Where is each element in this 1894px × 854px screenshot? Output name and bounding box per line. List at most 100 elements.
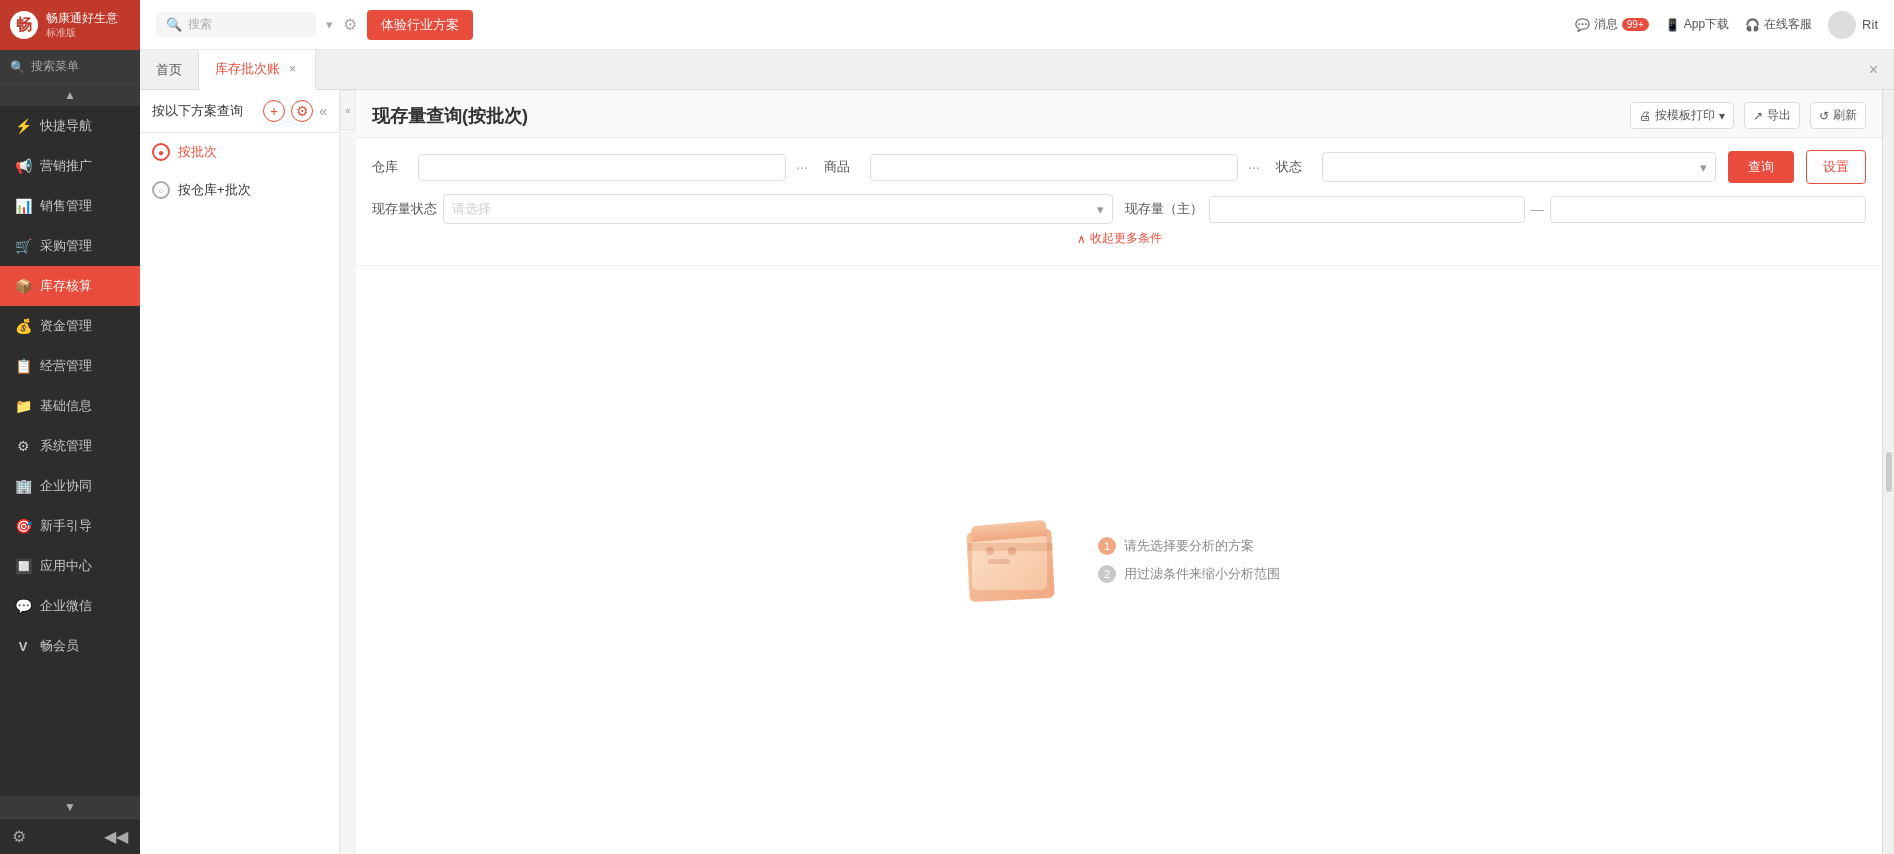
topbar: 🔍 搜索 ▾ ⚙ 体验行业方案 💬 消息 99+ 📱 App下载 🎧 在线客服 xyxy=(140,0,1894,50)
tab-close-btn[interactable]: × xyxy=(286,61,299,77)
warehouse-more[interactable]: ··· xyxy=(792,159,812,175)
export-btn[interactable]: ↗ 导出 xyxy=(1744,102,1800,129)
footer-collapse-icon[interactable]: ◀◀ xyxy=(104,827,128,846)
warehouse-input[interactable] xyxy=(418,154,786,181)
warehouse-batch-item-label: 按仓库+批次 xyxy=(178,181,251,199)
filter-add-btn[interactable]: + xyxy=(263,100,285,122)
status-select-placeholder xyxy=(1331,158,1344,176)
scroll-up-btn[interactable]: ▲ xyxy=(0,84,140,106)
app-download-btn[interactable]: 📱 App下载 xyxy=(1665,16,1729,33)
sidebar-item-operations[interactable]: 📋 经营管理 xyxy=(0,346,140,386)
status-field: 状态 ▾ xyxy=(1276,152,1716,182)
newbie-icon: 🎯 xyxy=(14,517,32,535)
sidebar-item-apps[interactable]: 🔲 应用中心 xyxy=(0,546,140,586)
filter-panel-title: 按以下方案查询 xyxy=(152,102,243,120)
logo-icon: 畅 xyxy=(16,15,32,36)
collapse-more-btn[interactable]: ∧ 收起更多条件 xyxy=(372,224,1866,253)
sidebar-item-newbie[interactable]: 🎯 新手引导 xyxy=(0,506,140,546)
home-tab-label: 首页 xyxy=(156,61,182,79)
sidebar-brand: 畅康通好生意 标准版 xyxy=(46,10,118,41)
sidebar: 畅 畅康通好生意 标准版 🔍 搜索菜单 ▲ ⚡ 快捷导航 📢 营销推广 📊 销售… xyxy=(0,0,140,854)
tab-home[interactable]: 首页 xyxy=(140,51,199,89)
stock-status-select[interactable]: 请选择 ▾ xyxy=(443,194,1113,224)
content-area: 按以下方案查询 + ⚙ « ● 按批次 ○ 按仓库+批次 « 现存量查询 xyxy=(140,90,1894,854)
page-title: 现存量查询(按批次) xyxy=(372,104,528,128)
topbar-search-text: 搜索 xyxy=(188,16,212,33)
page-actions: 🖨 按模板打印 ▾ ↗ 导出 ↺ 刷新 xyxy=(1630,102,1866,129)
filter-item-by-batch[interactable]: ● 按批次 xyxy=(140,133,339,171)
inventory-icon: 📦 xyxy=(14,277,32,295)
refresh-btn[interactable]: ↺ 刷新 xyxy=(1810,102,1866,129)
basic-icon: 📁 xyxy=(14,397,32,415)
topbar-gear[interactable]: ⚙ xyxy=(343,15,357,34)
print-chevron: ▾ xyxy=(1719,109,1725,123)
status-chevron-icon: ▾ xyxy=(1700,160,1707,175)
messages-label: 消息 xyxy=(1594,16,1618,33)
sidebar-item-inventory[interactable]: 📦 库存核算 xyxy=(0,266,140,306)
stock-status-placeholder: 请选择 xyxy=(452,200,491,218)
product-more[interactable]: ··· xyxy=(1244,159,1264,175)
stock-qty-min-input[interactable] xyxy=(1209,196,1525,223)
filter-collapse-btn[interactable]: « xyxy=(319,103,327,119)
query-btn[interactable]: 查询 xyxy=(1728,151,1794,183)
topbar-chevron[interactable]: ▾ xyxy=(326,17,333,32)
export-label: 导出 xyxy=(1767,107,1791,124)
sidebar-nav: ⚡ 快捷导航 📢 营销推广 📊 销售管理 🛒 采购管理 📦 库存核算 💰 资金管… xyxy=(0,106,140,796)
product-input[interactable] xyxy=(870,154,1238,181)
online-service-btn[interactable]: 🎧 在线客服 xyxy=(1745,16,1812,33)
sidebar-item-enterprise[interactable]: 🏢 企业协同 xyxy=(0,466,140,506)
finance-icon: 💰 xyxy=(14,317,32,335)
main-area: 🔍 搜索 ▾ ⚙ 体验行业方案 💬 消息 99+ 📱 App下载 🎧 在线客服 xyxy=(140,0,1894,854)
panel-collapse-handle[interactable]: « xyxy=(340,90,356,130)
sidebar-item-vip[interactable]: V 畅会员 xyxy=(0,626,140,666)
product-label: 商品 xyxy=(824,158,864,176)
hint1-num: 1 xyxy=(1098,537,1116,555)
scroll-down-btn[interactable]: ▼ xyxy=(0,796,140,818)
product-field: 商品 ··· xyxy=(824,154,1264,181)
wechat-icon: 💬 xyxy=(14,597,32,615)
export-icon: ↗ xyxy=(1753,109,1763,123)
sidebar-header: 畅 畅康通好生意 标准版 xyxy=(0,0,140,50)
global-close-btn[interactable]: × xyxy=(1869,61,1878,79)
footer-settings-icon[interactable]: ⚙ xyxy=(12,827,26,846)
sidebar-item-basic[interactable]: 📁 基础信息 xyxy=(0,386,140,426)
purchase-icon: 🛒 xyxy=(14,237,32,255)
sidebar-item-sales[interactable]: 📊 销售管理 xyxy=(0,186,140,226)
empty-illustration xyxy=(958,505,1068,615)
stock-qty-label: 现存量（主） xyxy=(1125,200,1203,218)
topbar-right: 💬 消息 99+ 📱 App下载 🎧 在线客服 Rit xyxy=(1575,11,1878,39)
hint2-num: 2 xyxy=(1098,565,1116,583)
filter-item-by-warehouse-batch[interactable]: ○ 按仓库+批次 xyxy=(140,171,339,209)
sidebar-logo: 畅 xyxy=(10,11,38,39)
empty-hint-1: 1 请先选择要分析的方案 xyxy=(1098,537,1280,555)
sidebar-footer: ⚙ ◀◀ xyxy=(0,818,140,854)
user-area[interactable]: Rit xyxy=(1828,11,1878,39)
topbar-search[interactable]: 🔍 搜索 xyxy=(156,12,316,37)
form-settings-btn[interactable]: 设置 xyxy=(1806,150,1866,184)
app-download-label: App下载 xyxy=(1684,16,1729,33)
stock-status-chevron: ▾ xyxy=(1097,202,1104,217)
print-label: 按模板打印 xyxy=(1655,107,1715,124)
active-tab-label: 库存批次账 xyxy=(215,60,280,78)
sidebar-search[interactable]: 🔍 搜索菜单 xyxy=(0,50,140,84)
hint2-text: 用过滤条件来缩小分析范围 xyxy=(1124,565,1280,583)
user-avatar xyxy=(1828,11,1856,39)
sidebar-item-system[interactable]: ⚙ 系统管理 xyxy=(0,426,140,466)
sidebar-item-quicknav[interactable]: ⚡ 快捷导航 xyxy=(0,106,140,146)
filter-settings-btn[interactable]: ⚙ xyxy=(291,100,313,122)
stock-qty-max-input[interactable] xyxy=(1550,196,1866,223)
main-panel: 现存量查询(按批次) 🖨 按模板打印 ▾ ↗ 导出 ↺ 刷新 xyxy=(356,90,1882,854)
sidebar-item-marketing[interactable]: 📢 营销推广 xyxy=(0,146,140,186)
vip-icon: V xyxy=(14,637,32,655)
sidebar-item-wechat[interactable]: 💬 企业微信 xyxy=(0,586,140,626)
vip-label: 畅会员 xyxy=(40,637,79,655)
experience-btn[interactable]: 体验行业方案 xyxy=(367,10,473,40)
sidebar-item-purchase[interactable]: 🛒 采购管理 xyxy=(0,226,140,266)
query-row-2: 现存量状态 请选择 ▾ 现存量（主） — xyxy=(372,194,1866,224)
print-btn[interactable]: 🖨 按模板打印 ▾ xyxy=(1630,102,1734,129)
sidebar-item-finance[interactable]: 💰 资金管理 xyxy=(0,306,140,346)
status-select[interactable]: ▾ xyxy=(1322,152,1716,182)
messages-btn[interactable]: 💬 消息 99+ xyxy=(1575,16,1649,33)
tab-inventory-batch[interactable]: 库存批次账 × xyxy=(199,50,316,90)
right-scrollbar[interactable] xyxy=(1882,90,1894,854)
